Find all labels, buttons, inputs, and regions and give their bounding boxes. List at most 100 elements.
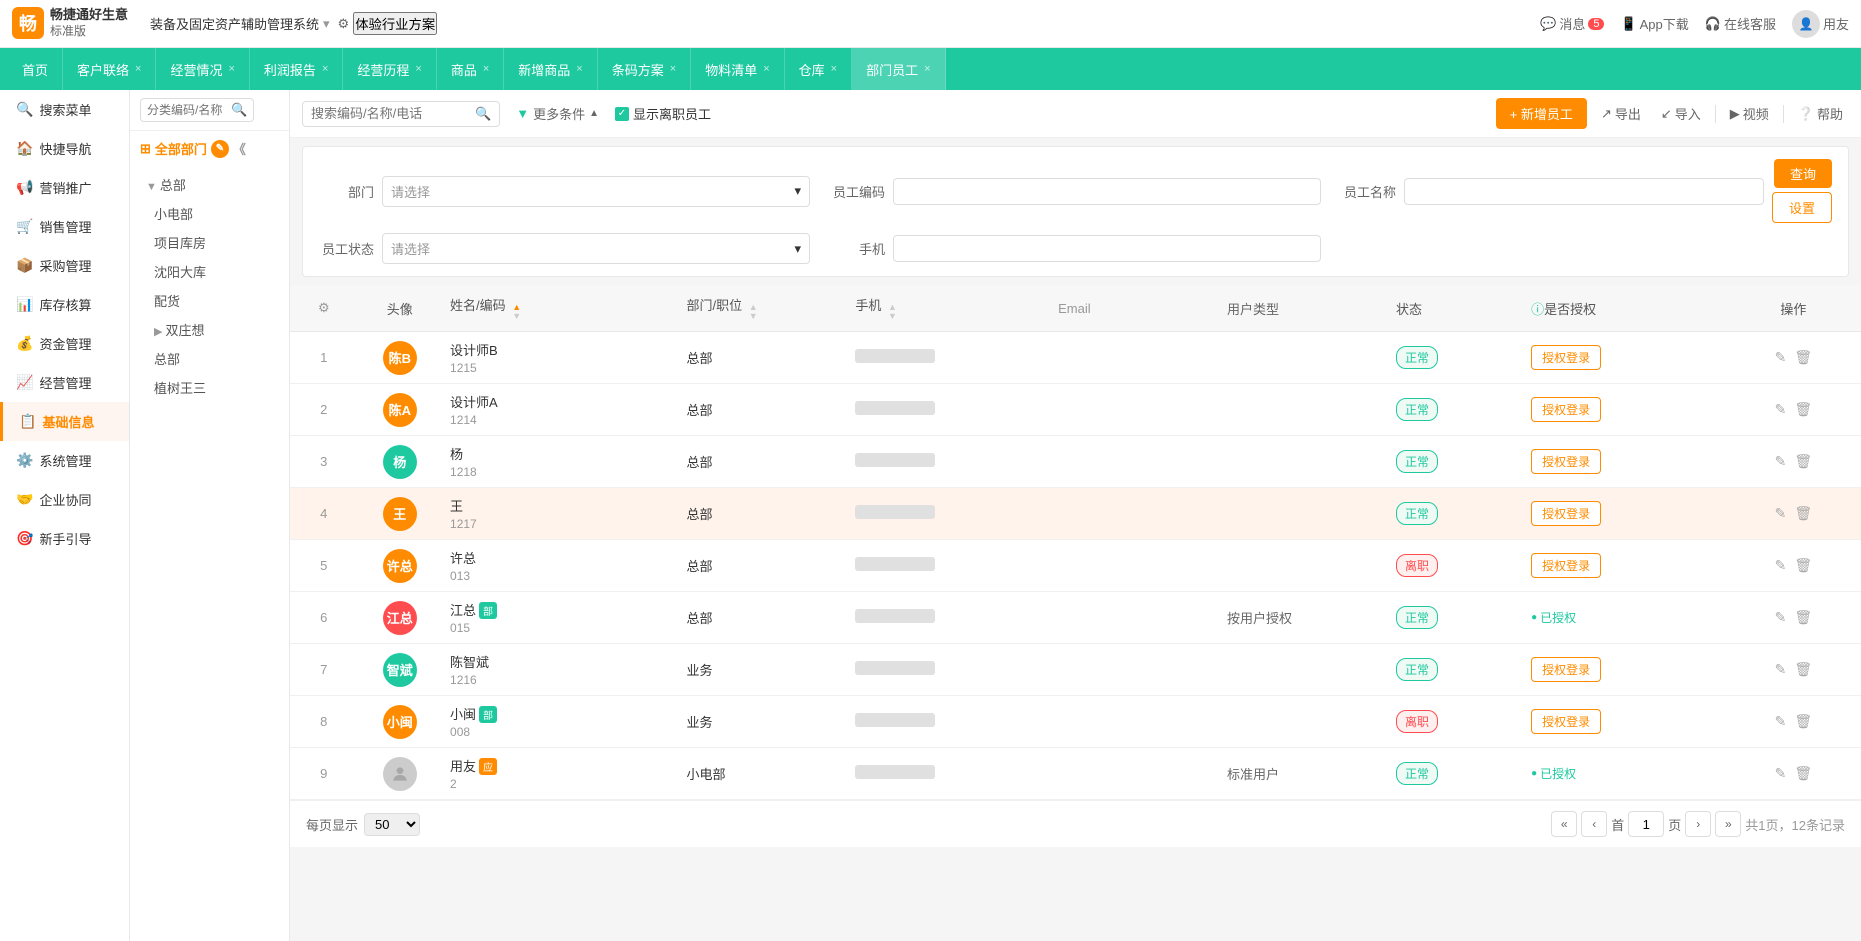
delete-btn[interactable]: 🗑 — [1794, 349, 1812, 365]
sidebar-item-operations[interactable]: 📈 经营管理 — [0, 363, 129, 402]
delete-btn[interactable]: 🗑 — [1794, 557, 1812, 573]
col-header-phone[interactable]: 手机 ▲▼ — [847, 285, 1050, 332]
edit-btn[interactable]: ✎ — [1775, 661, 1787, 677]
sidebar-item-finance[interactable]: 💰 资金管理 — [0, 324, 129, 363]
user-area[interactable]: 👤 用友 — [1792, 10, 1849, 38]
nav-close-history[interactable]: × — [415, 63, 421, 75]
gear-icon[interactable]: ⚙ — [338, 16, 350, 32]
sidebar-item-inventory[interactable]: 📊 库存核算 — [0, 285, 129, 324]
filter-dept-select[interactable]: 请选择 ▾ — [382, 176, 810, 207]
dept-node-shuangzhuang[interactable]: ▶双庄想 — [130, 315, 289, 344]
delete-btn[interactable]: 🗑 — [1794, 713, 1812, 729]
dept-node-shenyang[interactable]: 沈阳大库 — [130, 257, 289, 286]
nav-bom[interactable]: 物料清单 × — [691, 48, 784, 90]
settings-icon[interactable]: ⚙ — [318, 300, 330, 315]
filter-phone-input[interactable] — [893, 235, 1321, 262]
nav-goods[interactable]: 商品 × — [437, 48, 504, 90]
sidebar-item-guide[interactable]: 🎯 新手引导 — [0, 519, 129, 558]
nav-close-dept-staff[interactable]: × — [924, 63, 930, 75]
edit-btn[interactable]: ✎ — [1775, 609, 1787, 625]
dept-node-headquarter[interactable]: ▼总部 — [130, 170, 289, 199]
edit-btn[interactable]: ✎ — [1775, 401, 1787, 417]
nav-warehouse[interactable]: 仓库 × — [785, 48, 852, 90]
dept-all[interactable]: ⊞ 全部部门 ✎ 《 — [130, 131, 289, 166]
delete-btn[interactable]: 🗑 — [1794, 661, 1812, 677]
auth-login-btn[interactable]: 授权登录 — [1531, 553, 1601, 578]
nav-close-customer[interactable]: × — [135, 63, 141, 75]
nav-close-goods[interactable]: × — [483, 63, 489, 75]
sidebar-item-basic-info[interactable]: 📋 基础信息 — [0, 402, 129, 441]
first-page-btn[interactable]: « — [1551, 811, 1577, 837]
edit-btn[interactable]: ✎ — [1775, 713, 1787, 729]
nav-close-profit[interactable]: × — [322, 63, 328, 75]
phone-sort-icon[interactable]: ▲▼ — [888, 303, 897, 321]
delete-btn[interactable]: 🗑 — [1794, 401, 1812, 417]
experience-btn[interactable]: 体验行业方案 — [353, 12, 437, 35]
page-size-select[interactable]: 50 100 — [364, 813, 420, 836]
nav-close-add-goods[interactable]: × — [576, 63, 582, 75]
filter-search-btn[interactable]: 查询 — [1774, 159, 1832, 188]
nav-close-warehouse[interactable]: × — [831, 63, 837, 75]
filter-empname-input[interactable] — [1404, 178, 1764, 205]
dept-node-hq-sub[interactable]: 总部 — [130, 344, 289, 373]
delete-btn[interactable]: 🗑 — [1794, 505, 1812, 521]
nav-close-operations[interactable]: × — [228, 63, 234, 75]
dept-collapse-icon[interactable]: 《 — [233, 139, 246, 158]
sidebar-item-search-menu[interactable]: 🔍 搜索菜单 — [0, 90, 129, 129]
nav-profit[interactable]: 利润报告 × — [250, 48, 343, 90]
online-service-btn[interactable]: 🎧 在线客服 — [1705, 14, 1776, 33]
edit-btn[interactable]: ✎ — [1775, 505, 1787, 521]
nav-dept-staff[interactable]: 部门员工 × — [852, 48, 945, 90]
sidebar-item-marketing[interactable]: 📢 营销推广 — [0, 168, 129, 207]
sidebar-item-sales[interactable]: 🛒 销售管理 — [0, 207, 129, 246]
name-sort-icon[interactable]: ▲▼ — [512, 303, 521, 321]
dept-search-bar[interactable]: 🔍 — [140, 98, 254, 122]
delete-btn[interactable]: 🗑 — [1794, 765, 1812, 781]
page-number-input[interactable] — [1628, 811, 1664, 837]
message-btn[interactable]: 💬 消息 5 — [1540, 14, 1604, 33]
auth-login-btn[interactable]: 授权登录 — [1531, 501, 1601, 526]
dept-search-input[interactable] — [147, 103, 227, 117]
dept-node-distribution[interactable]: 配货 — [130, 286, 289, 315]
nav-close-bom[interactable]: × — [763, 63, 769, 75]
import-btn[interactable]: ↙ 导入 — [1655, 100, 1707, 127]
show-resign-toggle[interactable]: ✓ 显示离职员工 — [615, 104, 711, 123]
prev-page-btn[interactable]: ‹ — [1581, 811, 1607, 837]
auth-login-btn[interactable]: 授权登录 — [1531, 397, 1601, 422]
auth-login-btn[interactable]: 授权登录 — [1531, 449, 1601, 474]
dropdown-arrow[interactable]: ▾ — [323, 16, 330, 32]
edit-btn[interactable]: ✎ — [1775, 765, 1787, 781]
next-page-btn[interactable]: › — [1685, 811, 1711, 837]
edit-btn[interactable]: ✎ — [1775, 453, 1787, 469]
search-box[interactable]: 🔍 — [302, 101, 500, 127]
dept-node-planting[interactable]: 植树王三 — [130, 373, 289, 402]
auth-login-btn[interactable]: 授权登录 — [1531, 345, 1601, 370]
search-icon[interactable]: 🔍 — [475, 106, 491, 122]
search-input[interactable] — [311, 106, 471, 121]
dept-sort-icon[interactable]: ▲▼ — [749, 303, 758, 321]
app-download-btn[interactable]: 📱 App下载 — [1620, 14, 1688, 33]
filter-set-btn[interactable]: 设置 — [1772, 192, 1832, 223]
edit-btn[interactable]: ✎ — [1775, 349, 1787, 365]
auth-login-btn[interactable]: 授权登录 — [1531, 657, 1601, 682]
nav-customer[interactable]: 客户联络 × — [63, 48, 156, 90]
delete-btn[interactable]: 🗑 — [1794, 609, 1812, 625]
dept-edit-icon[interactable]: ✎ — [211, 140, 229, 158]
sidebar-item-purchase[interactable]: 📦 采购管理 — [0, 246, 129, 285]
add-employee-btn[interactable]: + 新增员工 — [1496, 98, 1587, 129]
nav-home[interactable]: 首页 — [8, 48, 63, 90]
export-btn[interactable]: ↗ 导出 — [1595, 100, 1647, 127]
help-btn[interactable]: ❔ 帮助 — [1792, 100, 1849, 127]
filter-empcode-input[interactable] — [893, 178, 1321, 205]
filter-status-select[interactable]: 请选择 ▾ — [382, 233, 810, 264]
view-btn[interactable]: ▶ 视频 — [1724, 100, 1775, 127]
nav-close-barcode[interactable]: × — [670, 63, 676, 75]
delete-btn[interactable]: 🗑 — [1794, 453, 1812, 469]
edit-btn[interactable]: ✎ — [1775, 557, 1787, 573]
dept-node-small-elec[interactable]: 小电部 — [130, 199, 289, 228]
auth-login-btn[interactable]: 授权登录 — [1531, 709, 1601, 734]
resign-checkbox[interactable]: ✓ — [615, 107, 629, 121]
nav-history[interactable]: 经营历程 × — [343, 48, 436, 90]
last-page-btn[interactable]: » — [1715, 811, 1741, 837]
dept-node-project-room[interactable]: 项目库房 — [130, 228, 289, 257]
